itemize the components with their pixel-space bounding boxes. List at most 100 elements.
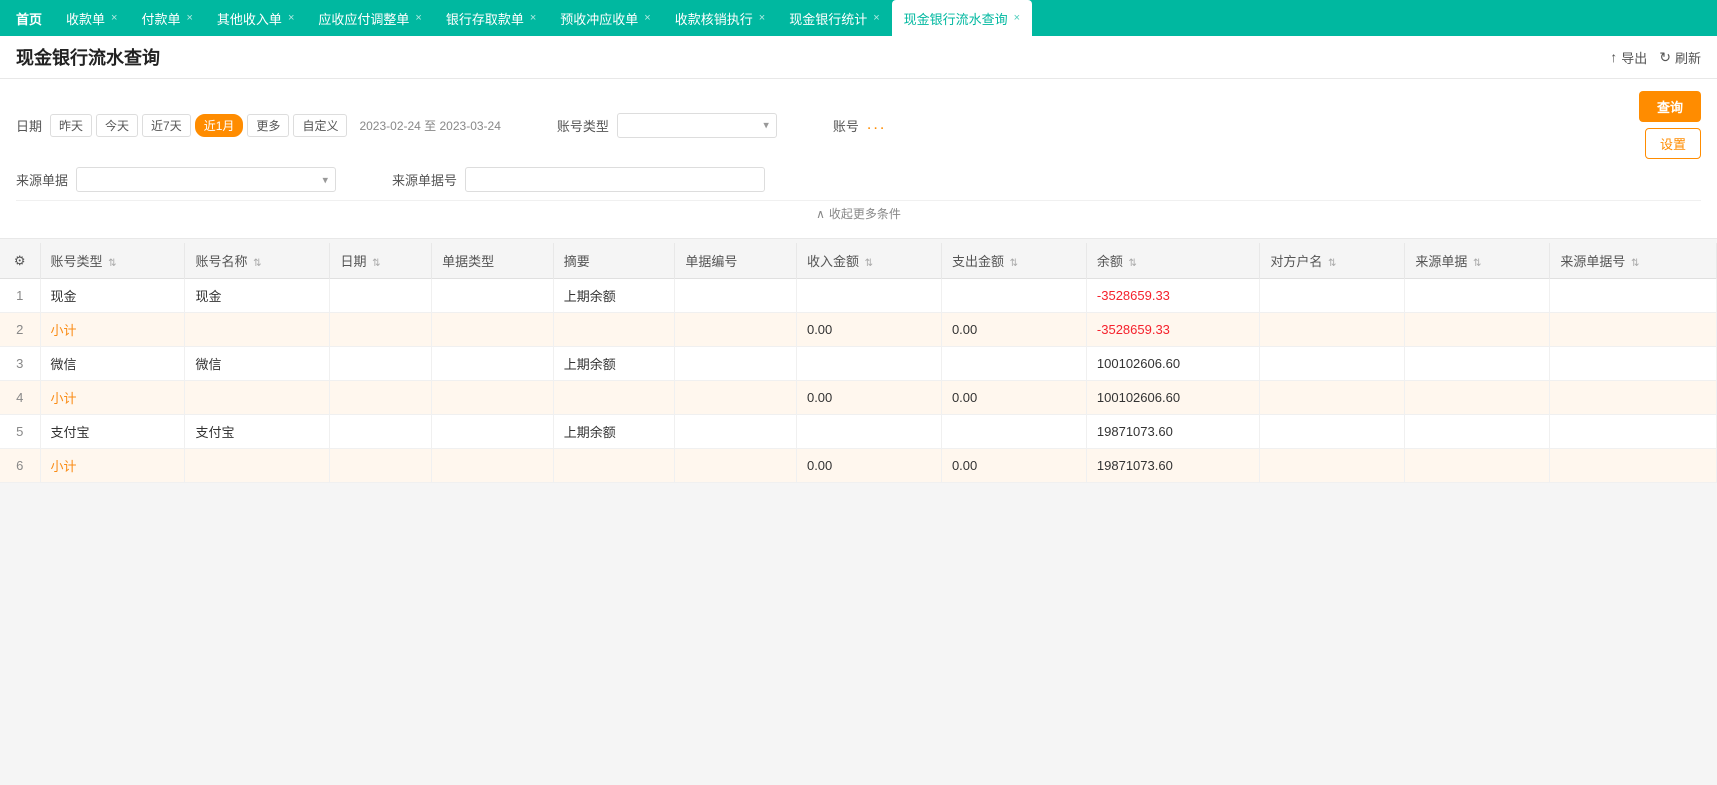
source-doc-label: 来源单据 (16, 170, 68, 189)
table-row[interactable]: 2 小计 0.00 0.00 -3528659.33 (0, 313, 1717, 347)
col-account-type[interactable]: 账号类型 ⇅ (40, 243, 185, 279)
account-type-select-wrapper: ▾ (617, 113, 777, 138)
col-expense[interactable]: 支出金额 ⇅ (941, 243, 1086, 279)
source-doc-no-input[interactable] (465, 167, 765, 192)
cell-doc-type (432, 381, 554, 415)
date-btn-7days[interactable]: 近7天 (142, 114, 191, 137)
col-date[interactable]: 日期 ⇅ (330, 243, 432, 279)
close-bank-deposit-icon[interactable]: × (530, 12, 536, 24)
table-header-row: ⚙ 账号类型 ⇅ 账号名称 ⇅ 日期 ⇅ 单据类型 摘要 (0, 243, 1717, 279)
col-balance[interactable]: 余额 ⇅ (1086, 243, 1259, 279)
cell-doc-type (432, 415, 554, 449)
col-balance-label: 余额 (1097, 254, 1123, 269)
cell-source-doc (1405, 279, 1550, 313)
sort-expense-icon: ⇅ (1010, 258, 1018, 269)
nav-bank-deposit-label: 银行存取款单 (446, 9, 524, 28)
query-settings-buttons: 查询 设置 (1639, 91, 1701, 159)
close-ar-ap-icon[interactable]: × (415, 12, 421, 24)
col-gear[interactable]: ⚙ (0, 243, 40, 279)
col-source-doc[interactable]: 来源单据 ⇅ (1405, 243, 1550, 279)
table-row[interactable]: 5 支付宝 支付宝 上期余额 19871073.60 (0, 415, 1717, 449)
cell-doc-no (675, 381, 797, 415)
nav-item-pre-receipt[interactable]: 预收冲应收单 × (548, 0, 662, 36)
source-doc-no-label: 来源单据号 (392, 170, 457, 189)
nav-item-receipt-verify[interactable]: 收款核销执行 × (663, 0, 777, 36)
cell-no: 5 (0, 415, 40, 449)
col-doc-no[interactable]: 单据编号 (675, 243, 797, 279)
refresh-button[interactable]: ↻ 刷新 (1659, 48, 1701, 67)
account-dots-button[interactable]: ... (867, 116, 886, 134)
cell-expense: 0.00 (941, 449, 1086, 483)
collapse-bar[interactable]: ∧ 收起更多条件 (16, 200, 1701, 226)
close-other-income-icon[interactable]: × (288, 12, 294, 24)
close-cash-bank-flow-icon[interactable]: × (1014, 12, 1020, 24)
cell-balance: 100102606.60 (1086, 381, 1259, 415)
cell-account-name (185, 313, 330, 347)
account-type-select[interactable] (617, 113, 777, 138)
settings-button[interactable]: 设置 (1645, 128, 1701, 159)
cell-doc-type (432, 313, 554, 347)
nav-cash-bank-flow-label: 现金银行流水查询 (904, 9, 1008, 28)
cell-no: 1 (0, 279, 40, 313)
cell-account-name: 支付宝 (185, 415, 330, 449)
cell-expense (941, 415, 1086, 449)
col-date-label: 日期 (340, 254, 366, 269)
nav-item-cash-bank-stat[interactable]: 现金银行统计 × (777, 0, 891, 36)
date-btn-today[interactable]: 今天 (96, 114, 138, 137)
table-row[interactable]: 4 小计 0.00 0.00 100102606.60 (0, 381, 1717, 415)
sort-income-icon: ⇅ (865, 258, 873, 269)
cell-income: 0.00 (796, 313, 941, 347)
source-doc-select[interactable] (76, 167, 336, 192)
col-doc-type[interactable]: 单据类型 (432, 243, 554, 279)
close-pre-receipt-icon[interactable]: × (644, 12, 650, 24)
nav-item-ar-ap-adjust[interactable]: 应收应付调整单 × (306, 0, 433, 36)
table-body: 1 现金 现金 上期余额 -3528659.33 2 小计 0.00 0.00 … (0, 279, 1717, 483)
nav-item-home[interactable]: 首页 (4, 0, 54, 36)
close-cash-bank-stat-icon[interactable]: × (873, 12, 879, 24)
cell-balance: -3528659.33 (1086, 279, 1259, 313)
cell-income: 0.00 (796, 381, 941, 415)
cell-no: 4 (0, 381, 40, 415)
date-options: 昨天 今天 近7天 近1月 更多 自定义 (50, 114, 347, 137)
table-row[interactable]: 6 小计 0.00 0.00 19871073.60 (0, 449, 1717, 483)
cell-no: 3 (0, 347, 40, 381)
col-summary[interactable]: 摘要 (553, 243, 675, 279)
nav-item-other-income[interactable]: 其他收入单 × (205, 0, 306, 36)
date-btn-1month[interactable]: 近1月 (195, 114, 244, 137)
date-btn-more[interactable]: 更多 (247, 114, 289, 137)
date-btn-custom[interactable]: 自定义 (293, 114, 347, 137)
cell-counterparty (1260, 449, 1405, 483)
close-payment-icon[interactable]: × (186, 12, 192, 24)
cell-balance: 19871073.60 (1086, 415, 1259, 449)
nav-item-cash-bank-flow[interactable]: 现金银行流水查询 × (892, 0, 1032, 36)
table-row[interactable]: 3 微信 微信 上期余额 100102606.60 (0, 347, 1717, 381)
date-range-display: 2023-02-24 至 2023-03-24 (359, 117, 500, 134)
account-label: 账号 (833, 116, 859, 135)
nav-other-income-label: 其他收入单 (217, 9, 282, 28)
cell-doc-no (675, 313, 797, 347)
sort-source-doc-no-icon: ⇅ (1631, 258, 1639, 269)
page-header: 现金银行流水查询 ↑ 导出 ↻ 刷新 (0, 36, 1717, 79)
nav-item-receipt[interactable]: 收款单 × (54, 0, 129, 36)
col-account-name[interactable]: 账号名称 ⇅ (185, 243, 330, 279)
cell-balance: -3528659.33 (1086, 313, 1259, 347)
cell-expense: 0.00 (941, 381, 1086, 415)
nav-item-bank-deposit[interactable]: 银行存取款单 × (434, 0, 548, 36)
cell-income: 0.00 (796, 449, 941, 483)
col-source-doc-no[interactable]: 来源单据号 ⇅ (1550, 243, 1717, 279)
cell-expense (941, 279, 1086, 313)
cell-summary: 上期余额 (553, 279, 675, 313)
close-receipt-verify-icon[interactable]: × (759, 12, 765, 24)
query-button[interactable]: 查询 (1639, 91, 1701, 122)
col-counterparty[interactable]: 对方户名 ⇅ (1260, 243, 1405, 279)
cell-date (330, 313, 432, 347)
export-button[interactable]: ↑ 导出 (1610, 48, 1647, 67)
top-nav: 首页 收款单 × 付款单 × 其他收入单 × 应收应付调整单 × 银行存取款单 … (0, 0, 1717, 36)
date-btn-yesterday[interactable]: 昨天 (50, 114, 92, 137)
cell-date (330, 381, 432, 415)
nav-item-payment[interactable]: 付款单 × (129, 0, 204, 36)
source-doc-select-wrapper: ▾ (76, 167, 336, 192)
col-income[interactable]: 收入金额 ⇅ (796, 243, 941, 279)
table-row[interactable]: 1 现金 现金 上期余额 -3528659.33 (0, 279, 1717, 313)
close-receipt-icon[interactable]: × (111, 12, 117, 24)
